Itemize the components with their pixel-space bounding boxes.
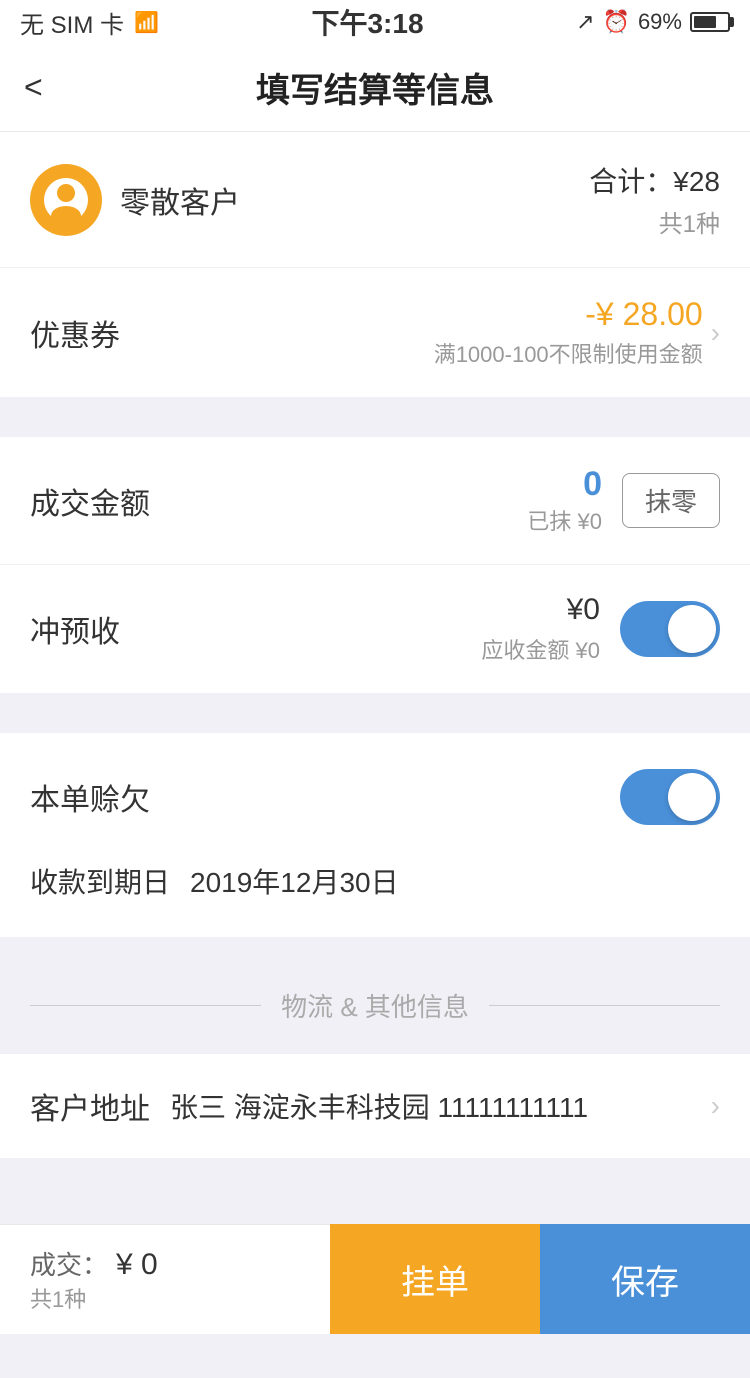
- toggle-knob: [668, 605, 716, 653]
- bottom-count: 共1种: [30, 1282, 300, 1314]
- logistics-line-right: [489, 1005, 720, 1006]
- coupon-right: -¥ 28.00 满1000-100不限制使用金额 ›: [434, 296, 720, 369]
- status-time: 下午3:18: [311, 2, 423, 42]
- deal-amount-right: 0 已抹 ¥0 抹零: [527, 465, 720, 536]
- prepay-label: 冲预收: [30, 607, 120, 651]
- customer-name: 零散客户: [120, 178, 240, 222]
- address-row[interactable]: 客户地址 张三 海淀永丰科技园 11111111111 ›: [0, 1054, 750, 1158]
- section-divider-1: [0, 417, 750, 437]
- customer-section: 零散客户 合计：¥28 共1种 优惠券 -¥ 28.00 满1000-100不限…: [0, 132, 750, 397]
- wifi-icon: 📶: [134, 10, 159, 35]
- customer-right: 合计：¥28 共1种: [589, 160, 720, 239]
- coupon-row[interactable]: 优惠券 -¥ 28.00 满1000-100不限制使用金额 ›: [0, 267, 750, 397]
- prepay-sub: 应收金额 ¥0: [481, 633, 600, 665]
- status-left: 无 SIM 卡 📶: [20, 5, 159, 40]
- coupon-info: -¥ 28.00 满1000-100不限制使用金额: [434, 296, 703, 369]
- prepay-toggle[interactable]: [620, 601, 720, 657]
- bottom-bar: 成交： ¥ 0 共1种 挂单 保存: [0, 1224, 750, 1334]
- prepay-info: ¥0 应收金额 ¥0: [481, 593, 600, 665]
- debt-row: 本单赊欠: [0, 733, 750, 861]
- status-bar: 无 SIM 卡 📶 下午3:18 ↗ ⏰ 69%: [0, 0, 750, 44]
- address-chevron-icon: ›: [711, 1090, 720, 1122]
- avatar-icon: [44, 178, 88, 222]
- address-label: 客户地址: [30, 1084, 150, 1128]
- due-date-value: 2019年12月30日: [190, 861, 399, 901]
- section-divider-3: [0, 937, 750, 957]
- prepay-right: ¥0 应收金额 ¥0: [481, 593, 720, 665]
- carrier-label: 无 SIM 卡: [20, 5, 124, 40]
- debt-label: 本单赊欠: [30, 775, 150, 819]
- due-date-label: 收款到期日: [30, 861, 170, 901]
- logistics-label: 物流 & 其他信息: [261, 987, 489, 1024]
- total-amount: 合计：¥28: [589, 160, 720, 200]
- address-section: 客户地址 张三 海淀永丰科技园 11111111111 ›: [0, 1054, 750, 1158]
- hang-button[interactable]: 挂单: [330, 1224, 540, 1334]
- bottom-deal-value: ¥ 0: [116, 1248, 158, 1282]
- deal-amount-label: 成交金额: [30, 479, 150, 523]
- deal-section: 成交金额 0 已抹 ¥0 抹零 冲预收 ¥0 应收金额 ¥0: [0, 437, 750, 693]
- alarm-icon: ⏰: [603, 9, 630, 35]
- total-count: 共1种: [589, 204, 720, 239]
- debt-toggle[interactable]: [620, 769, 720, 825]
- avatar: [30, 164, 102, 236]
- round-button[interactable]: 抹零: [622, 473, 720, 528]
- location-icon: ↗: [576, 9, 594, 35]
- bottom-info: 成交： ¥ 0 共1种: [0, 1224, 330, 1334]
- coupon-description: 满1000-100不限制使用金额: [434, 337, 703, 369]
- prepay-amount: ¥0: [481, 593, 600, 627]
- address-value: 张三 海淀永丰科技园 11111111111: [170, 1086, 711, 1126]
- deal-amount-value[interactable]: 0: [527, 465, 602, 504]
- coupon-label: 优惠券: [30, 311, 120, 355]
- coupon-discount: -¥ 28.00: [434, 296, 703, 333]
- chevron-right-icon: ›: [711, 317, 720, 349]
- save-button[interactable]: 保存: [540, 1224, 750, 1334]
- debt-toggle-knob: [668, 773, 716, 821]
- status-right: ↗ ⏰ 69%: [576, 9, 730, 35]
- back-button[interactable]: <: [24, 69, 43, 106]
- debt-section: 本单赊欠 收款到期日 2019年12月30日: [0, 733, 750, 937]
- prepay-row: 冲预收 ¥0 应收金额 ¥0: [0, 564, 750, 693]
- bottom-deal-line: 成交： ¥ 0: [30, 1245, 300, 1282]
- battery-percent: 69%: [638, 9, 682, 35]
- deal-amount-sub: 已抹 ¥0: [527, 504, 602, 536]
- nav-bar: < 填写结算等信息: [0, 44, 750, 132]
- deal-amount-row: 成交金额 0 已抹 ¥0 抹零: [0, 437, 750, 564]
- logistics-line-left: [30, 1005, 261, 1006]
- section-divider-2: [0, 713, 750, 733]
- due-date-row: 收款到期日 2019年12月30日: [0, 861, 750, 937]
- bottom-deal-label: 成交：: [30, 1245, 108, 1282]
- logistics-section: 物流 & 其他信息: [0, 957, 750, 1054]
- battery-icon: [690, 12, 730, 32]
- customer-row: 零散客户 合计：¥28 共1种: [0, 132, 750, 267]
- customer-left: 零散客户: [30, 164, 240, 236]
- page-title: 填写结算等信息: [256, 63, 494, 112]
